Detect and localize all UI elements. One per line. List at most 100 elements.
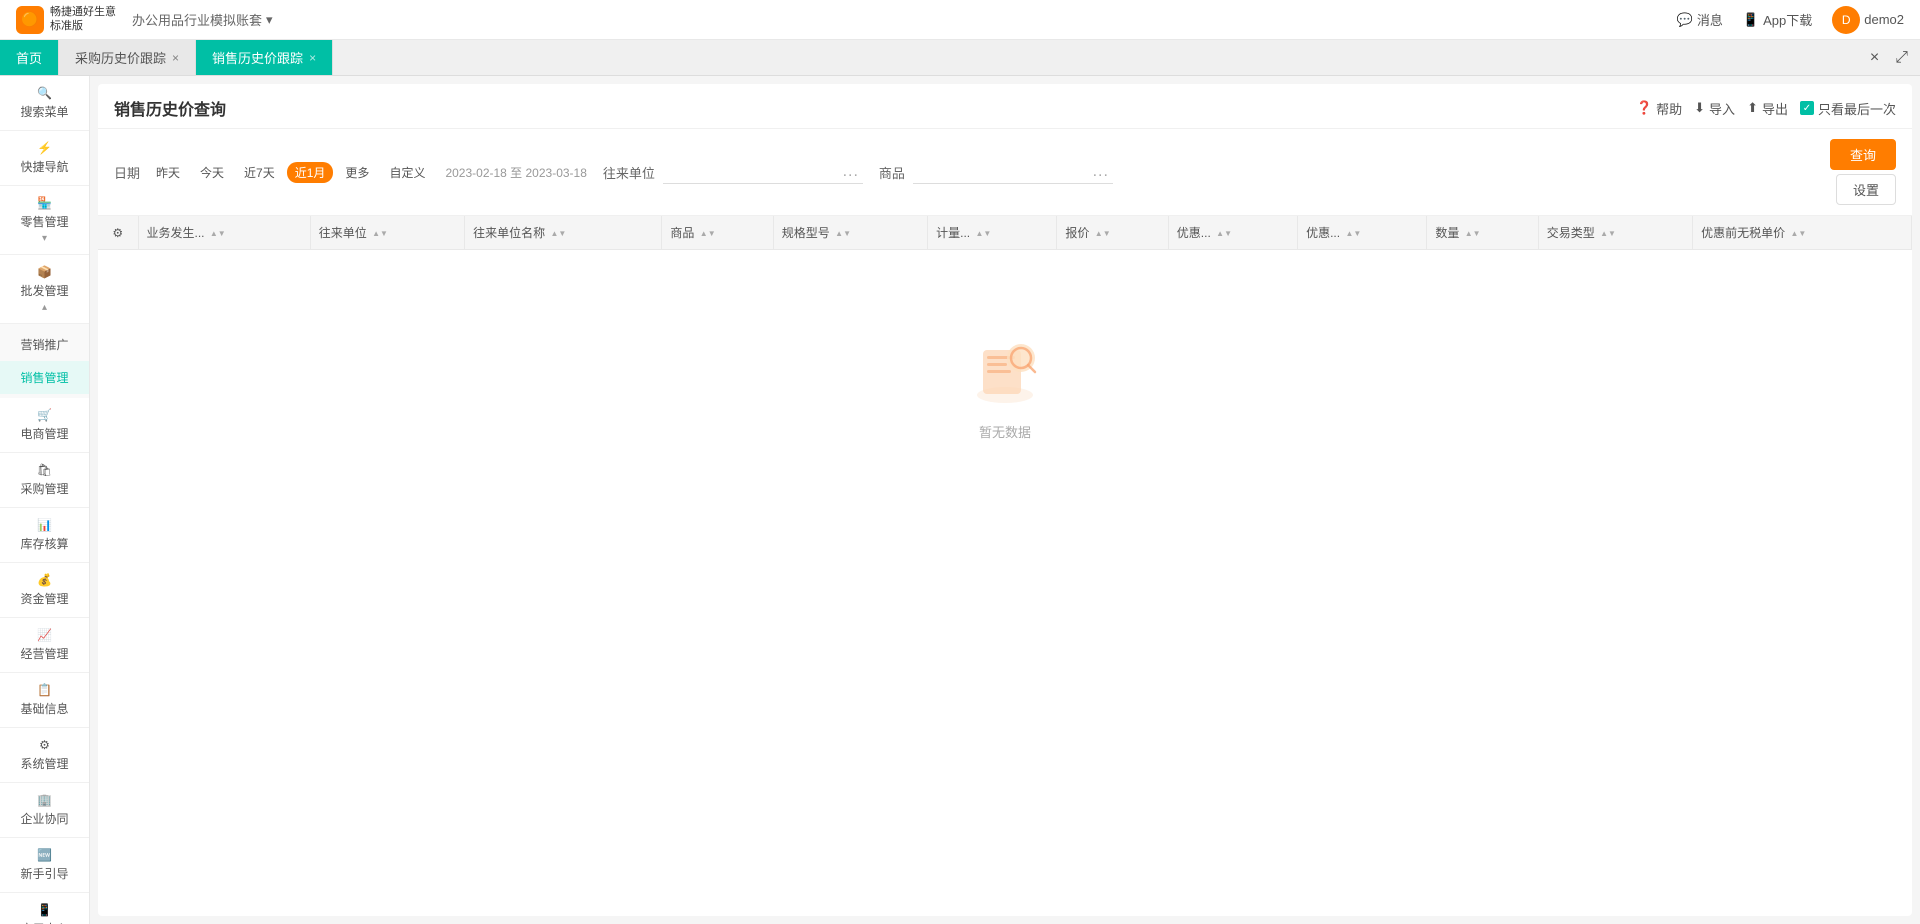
sidebar-item-operations[interactable]: 📈 经营管理	[0, 618, 89, 673]
tab-sales-close[interactable]: ×	[309, 51, 316, 65]
message-icon: 💬	[1677, 12, 1693, 28]
date-pill-1month[interactable]: 近1月	[287, 162, 334, 183]
message-btn[interactable]: 💬 消息	[1677, 10, 1723, 29]
th-spec[interactable]: 规格型号 ▲▼	[773, 216, 927, 250]
system-icon: ⚙	[39, 738, 50, 752]
top-bar-right: 💬 消息 📱 App下载 D demo2	[1677, 6, 1904, 34]
date-pill-today[interactable]: 今天	[192, 162, 232, 183]
import-btn[interactable]: ⬇ 导入	[1694, 99, 1735, 118]
sort-icon-biz-date: ▲▼	[210, 229, 226, 238]
setting-button[interactable]: 设置	[1836, 174, 1896, 205]
tab-purchase-history[interactable]: 采购历史价跟踪 ×	[59, 40, 196, 75]
sort-icon-discount2: ▲▼	[1345, 229, 1361, 238]
th-product[interactable]: 商品 ▲▼	[662, 216, 773, 250]
from-unit-dots[interactable]: ...	[843, 163, 859, 181]
sidebar-item-enterprise[interactable]: 🏢 企业协同	[0, 783, 89, 838]
sidebar-item-sales[interactable]: 销售管理	[0, 361, 89, 394]
sort-icon-unit-code: ▲▼	[372, 229, 388, 238]
table-container: ⚙ 业务发生... ▲▼ 往来单位 ▲▼ 往来单位名称	[98, 216, 1912, 916]
retail-arrow: ▾	[42, 233, 47, 244]
user-area[interactable]: D demo2	[1832, 6, 1904, 34]
sidebar-item-marketing[interactable]: 营销推广	[0, 328, 89, 361]
sidebar-item-basic[interactable]: 📋 基础信息	[0, 673, 89, 728]
date-pills: 昨天 今天 近7天 近1月 更多 自定义	[148, 162, 433, 183]
appstore-icon: 📱	[37, 903, 52, 917]
inventory-icon: 📊	[37, 518, 52, 532]
sort-icon-product: ▲▼	[700, 229, 716, 238]
th-pretax-price[interactable]: 优惠前无税单价 ▲▼	[1693, 216, 1912, 250]
app-download-btn[interactable]: 📱 App下载	[1743, 10, 1812, 29]
import-icon: ⬇	[1694, 100, 1705, 116]
tab-purchase-label: 采购历史价跟踪	[75, 48, 166, 67]
finance-icon: 💰	[37, 573, 52, 587]
tab-bar-actions: × ⤢	[1866, 40, 1920, 75]
enterprise-icon: 🏢	[37, 793, 52, 807]
sort-icon-spec: ▲▼	[835, 229, 851, 238]
sidebar-item-guide[interactable]: 🆕 新手引导	[0, 838, 89, 893]
tab-sales-label: 销售历史价跟踪	[212, 48, 303, 67]
date-filter-group: 日期 昨天 今天 近7天 近1月 更多 自定义 2023-02-18 至 202…	[114, 162, 587, 183]
page-header: 销售历史价查询 ❓ 帮助 ⬇ 导入 ⬆ 导出 ✓	[98, 84, 1912, 129]
industry-selector[interactable]: 办公用品行业模拟账套 ▾	[124, 6, 281, 33]
th-discount2[interactable]: 优惠... ▲▼	[1298, 216, 1427, 250]
date-pill-custom[interactable]: 自定义	[381, 162, 433, 183]
filter-bar: 日期 昨天 今天 近7天 近1月 更多 自定义 2023-02-18 至 202…	[98, 129, 1912, 216]
sidebar-item-wholesale[interactable]: 📦 批发管理 ▴	[0, 255, 89, 324]
help-btn[interactable]: ❓ 帮助	[1636, 99, 1682, 118]
sidebar-item-purchase[interactable]: 🛍 采购管理	[0, 453, 89, 508]
sidebar-item-inventory[interactable]: 📊 库存核算	[0, 508, 89, 563]
tab-close-all-btn[interactable]: ×	[1866, 47, 1883, 69]
checkbox-checked-icon: ✓	[1800, 101, 1814, 115]
sidebar-item-ecommerce[interactable]: 🛒 电商管理	[0, 398, 89, 453]
th-biz-date[interactable]: 业务发生... ▲▼	[138, 216, 310, 250]
retail-icon: 🏪	[37, 196, 52, 210]
export-btn[interactable]: ⬆ 导出	[1747, 99, 1788, 118]
sidebar-item-system[interactable]: ⚙ 系统管理	[0, 728, 89, 783]
sort-icon-unit: ▲▼	[976, 229, 992, 238]
page-title: 销售历史价查询	[114, 96, 226, 120]
th-unit[interactable]: 计量... ▲▼	[928, 216, 1057, 250]
date-pill-more[interactable]: 更多	[337, 162, 377, 183]
logo-area: 🟠 畅捷通好生意 标准版	[16, 6, 116, 34]
shortcuts-icon: ⚡	[37, 141, 52, 155]
sidebar-item-search[interactable]: 🔍 搜索菜单	[0, 76, 89, 131]
sort-icon-unit-name: ▲▼	[550, 229, 566, 238]
tab-purchase-close[interactable]: ×	[172, 51, 179, 65]
operations-icon: 📈	[37, 628, 52, 642]
only-last-checkbox[interactable]: ✓ 只看最后一次	[1800, 99, 1896, 118]
th-trade-type[interactable]: 交易类型 ▲▼	[1538, 216, 1692, 250]
sidebar-item-shortcuts[interactable]: ⚡ 快捷导航	[0, 131, 89, 186]
product-input[interactable]: ...	[913, 161, 1113, 184]
date-pill-7days[interactable]: 近7天	[236, 162, 283, 183]
th-price[interactable]: 报价 ▲▼	[1057, 216, 1168, 250]
sidebar-item-finance[interactable]: 💰 资金管理	[0, 563, 89, 618]
sidebar-item-retail[interactable]: 🏪 零售管理 ▾	[0, 186, 89, 255]
ecommerce-icon: 🛒	[37, 408, 52, 422]
product-dots[interactable]: ...	[1093, 163, 1109, 181]
date-range: 2023-02-18 至 2023-03-18	[445, 164, 586, 181]
sort-icon-price: ▲▼	[1095, 229, 1111, 238]
date-pill-yesterday[interactable]: 昨天	[148, 162, 188, 183]
sidebar-item-appstore[interactable]: 📱 应用中心	[0, 893, 89, 924]
page-container: 销售历史价查询 ❓ 帮助 ⬇ 导入 ⬆ 导出 ✓	[98, 84, 1912, 916]
query-button[interactable]: 查询	[1830, 139, 1896, 170]
th-unit-name[interactable]: 往来单位名称 ▲▼	[465, 216, 662, 250]
th-unit-code[interactable]: 往来单位 ▲▼	[310, 216, 464, 250]
tab-home[interactable]: 首页	[0, 40, 59, 75]
from-unit-input[interactable]: ...	[663, 161, 863, 184]
th-settings[interactable]: ⚙	[98, 216, 138, 250]
help-icon: ❓	[1636, 100, 1652, 116]
tab-bar: 首页 采购历史价跟踪 × 销售历史价跟踪 × × ⤢	[0, 40, 1920, 76]
search-icon: 🔍	[37, 86, 52, 100]
th-discount1[interactable]: 优惠... ▲▼	[1168, 216, 1297, 250]
page-header-actions: ❓ 帮助 ⬇ 导入 ⬆ 导出 ✓ 只看最后一次	[1636, 99, 1896, 118]
main-layout: 🔍 搜索菜单 ⚡ 快捷导航 🏪 零售管理 ▾ 📦 批发管理 ▴ 营销推广 销售管…	[0, 76, 1920, 924]
tab-sales-history[interactable]: 销售历史价跟踪 ×	[196, 40, 333, 75]
empty-state: 暂无数据	[98, 250, 1912, 521]
empty-illustration	[965, 330, 1045, 410]
wholesale-submenu: 营销推广 销售管理	[0, 324, 89, 398]
tab-maximize-btn[interactable]: ⤢	[1891, 47, 1912, 69]
download-icon: 📱	[1743, 12, 1759, 28]
th-quantity[interactable]: 数量 ▲▼	[1427, 216, 1538, 250]
date-label: 日期	[114, 163, 140, 182]
